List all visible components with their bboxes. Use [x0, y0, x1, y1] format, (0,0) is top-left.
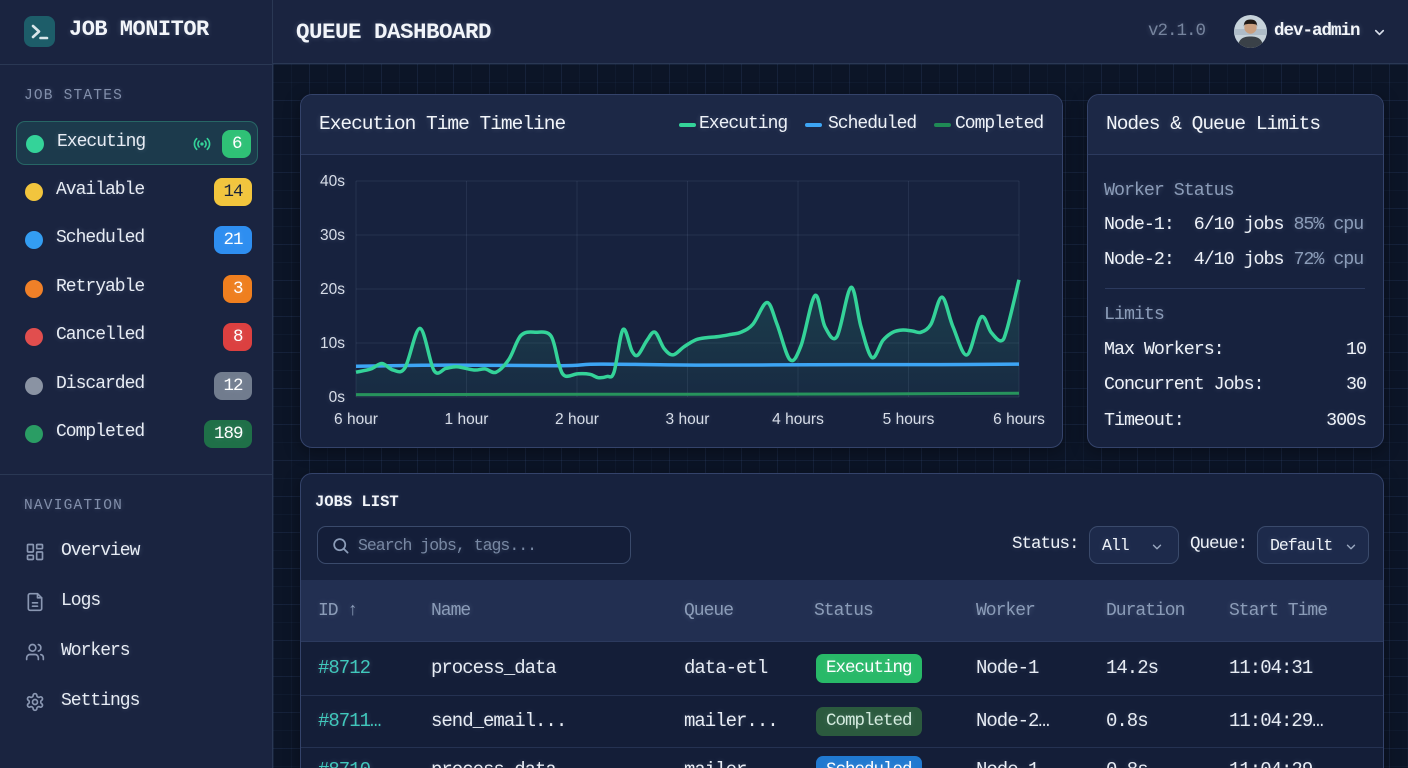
svg-text:1 hour: 1 hour	[445, 411, 489, 428]
svg-text:30s: 30s	[320, 227, 345, 244]
svg-text:0s: 0s	[329, 389, 346, 406]
svg-text:6 hour: 6 hour	[334, 411, 378, 428]
svg-text:10s: 10s	[320, 335, 345, 352]
svg-text:3 hour: 3 hour	[666, 411, 710, 428]
svg-text:4 hours: 4 hours	[772, 411, 824, 428]
svg-text:5 hours: 5 hours	[883, 411, 935, 428]
svg-text:2 hour: 2 hour	[555, 411, 599, 428]
svg-text:20s: 20s	[320, 281, 345, 298]
svg-text:40s: 40s	[320, 173, 345, 190]
svg-text:6 hours: 6 hours	[993, 411, 1045, 428]
